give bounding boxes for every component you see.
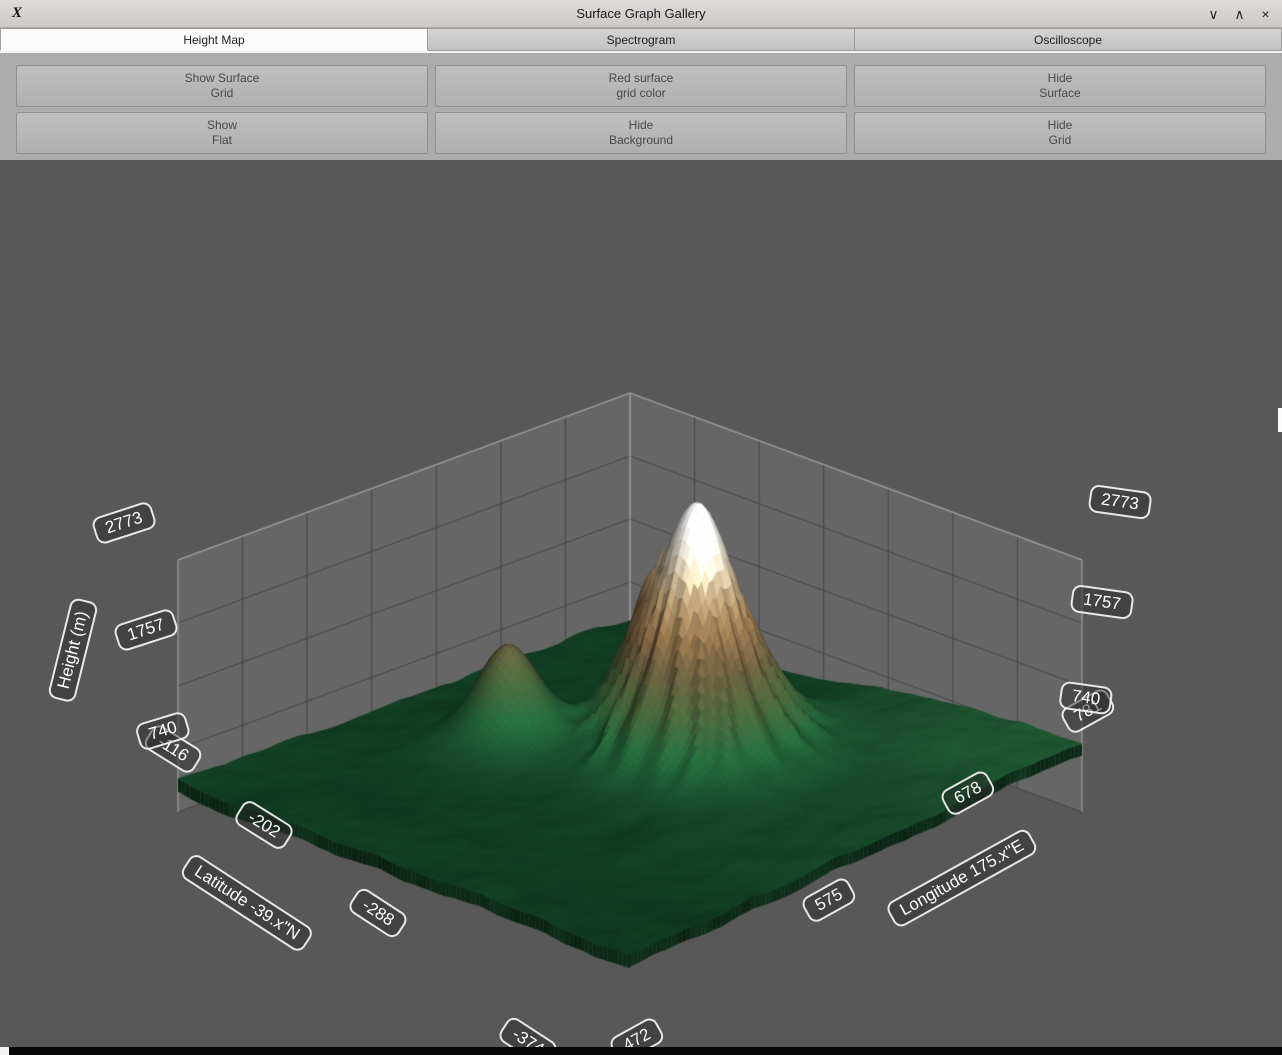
toggle-grid-button[interactable]: Hide Grid — [854, 112, 1266, 154]
button-label: Red surface — [609, 71, 674, 86]
button-label: grid color — [616, 86, 665, 101]
toggle-surface-grid-button[interactable]: Show Surface Grid — [16, 65, 428, 107]
maximize-icon[interactable]: ∧ — [1231, 6, 1248, 23]
taskbar-fragment — [0, 1047, 9, 1055]
button-label: Grid — [1049, 133, 1072, 148]
tab-height-map[interactable]: Height Map — [0, 28, 428, 51]
toggle-surface-button[interactable]: Hide Surface — [854, 65, 1266, 107]
toggle-flat-button[interactable]: Show Flat — [16, 112, 428, 154]
button-label: Show — [207, 118, 237, 133]
surface-viewport[interactable]: Height (m) 2773 1757 740 -116 -202 -288 … — [0, 160, 1282, 1047]
button-label: Surface — [1039, 86, 1080, 101]
toggle-background-button[interactable]: Hide Background — [435, 112, 847, 154]
button-label: Flat — [212, 133, 232, 148]
minimize-icon[interactable]: ∨ — [1205, 6, 1222, 23]
close-icon[interactable]: × — [1257, 6, 1274, 22]
button-label: Grid — [211, 86, 234, 101]
bottom-strip — [0, 1047, 1282, 1055]
titlebar[interactable]: X Surface Graph Gallery ∨ ∧ × — [0, 0, 1282, 28]
button-label: Hide — [1048, 71, 1073, 86]
tab-oscilloscope[interactable]: Oscilloscope — [855, 28, 1282, 51]
window-controls: ∨ ∧ × — [1205, 0, 1274, 28]
tab-bar: Height Map Spectrogram Oscilloscope — [0, 28, 1282, 51]
button-label: Hide — [1048, 118, 1073, 133]
app-icon: X — [9, 5, 25, 21]
toolbar: Show Surface Grid Red surface grid color… — [0, 53, 1282, 160]
button-label: Hide — [629, 118, 654, 133]
screen-edge-artifact — [1278, 408, 1282, 432]
tab-spectrogram[interactable]: Spectrogram — [428, 28, 855, 51]
window-title: Surface Graph Gallery — [0, 6, 1282, 21]
app-window: X Surface Graph Gallery ∨ ∧ × Height Map… — [0, 0, 1282, 1055]
button-label: Background — [609, 133, 673, 148]
button-label: Show Surface — [185, 71, 260, 86]
surface-grid-color-button[interactable]: Red surface grid color — [435, 65, 847, 107]
